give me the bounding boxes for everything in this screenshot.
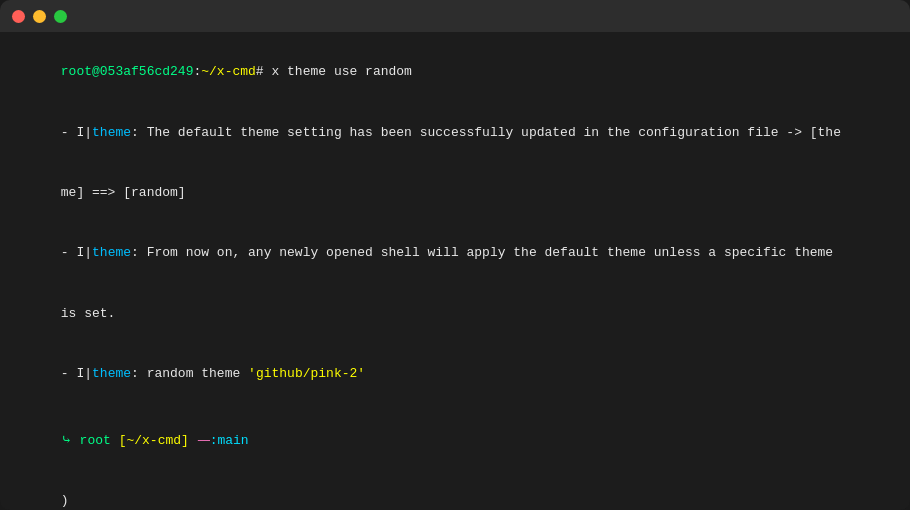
info-line-1a: - I|theme: The default theme setting has…	[14, 102, 896, 162]
titlebar	[0, 0, 910, 32]
command-line-1: root@053af56cd249:~/x-cmd# x theme use r…	[14, 42, 896, 102]
cmd-text: x theme use random	[271, 64, 411, 79]
info-line-1c: - I|theme: From now on, any newly opened…	[14, 223, 896, 283]
terminal-body[interactable]: root@053af56cd249:~/x-cmd# x theme use r…	[0, 32, 910, 510]
info-line-1e: - I|theme: random theme 'github/pink-2'	[14, 344, 896, 404]
info-line-1b: me] ==> [random]	[14, 163, 896, 223]
prompt-path: ~/x-cmd	[201, 64, 256, 79]
close-paren-1: )	[14, 471, 896, 510]
maximize-button[interactable]	[54, 10, 67, 23]
zsh-prompt-1: ⤷ root [~/x-cmd] ⸻:main	[14, 411, 896, 471]
prompt-hash: #	[256, 64, 272, 79]
terminal-window: root@053af56cd249:~/x-cmd# x theme use r…	[0, 0, 910, 510]
prompt-user: root@053af56cd249	[61, 64, 194, 79]
info-line-1d: is set.	[14, 284, 896, 344]
minimize-button[interactable]	[33, 10, 46, 23]
close-button[interactable]	[12, 10, 25, 23]
